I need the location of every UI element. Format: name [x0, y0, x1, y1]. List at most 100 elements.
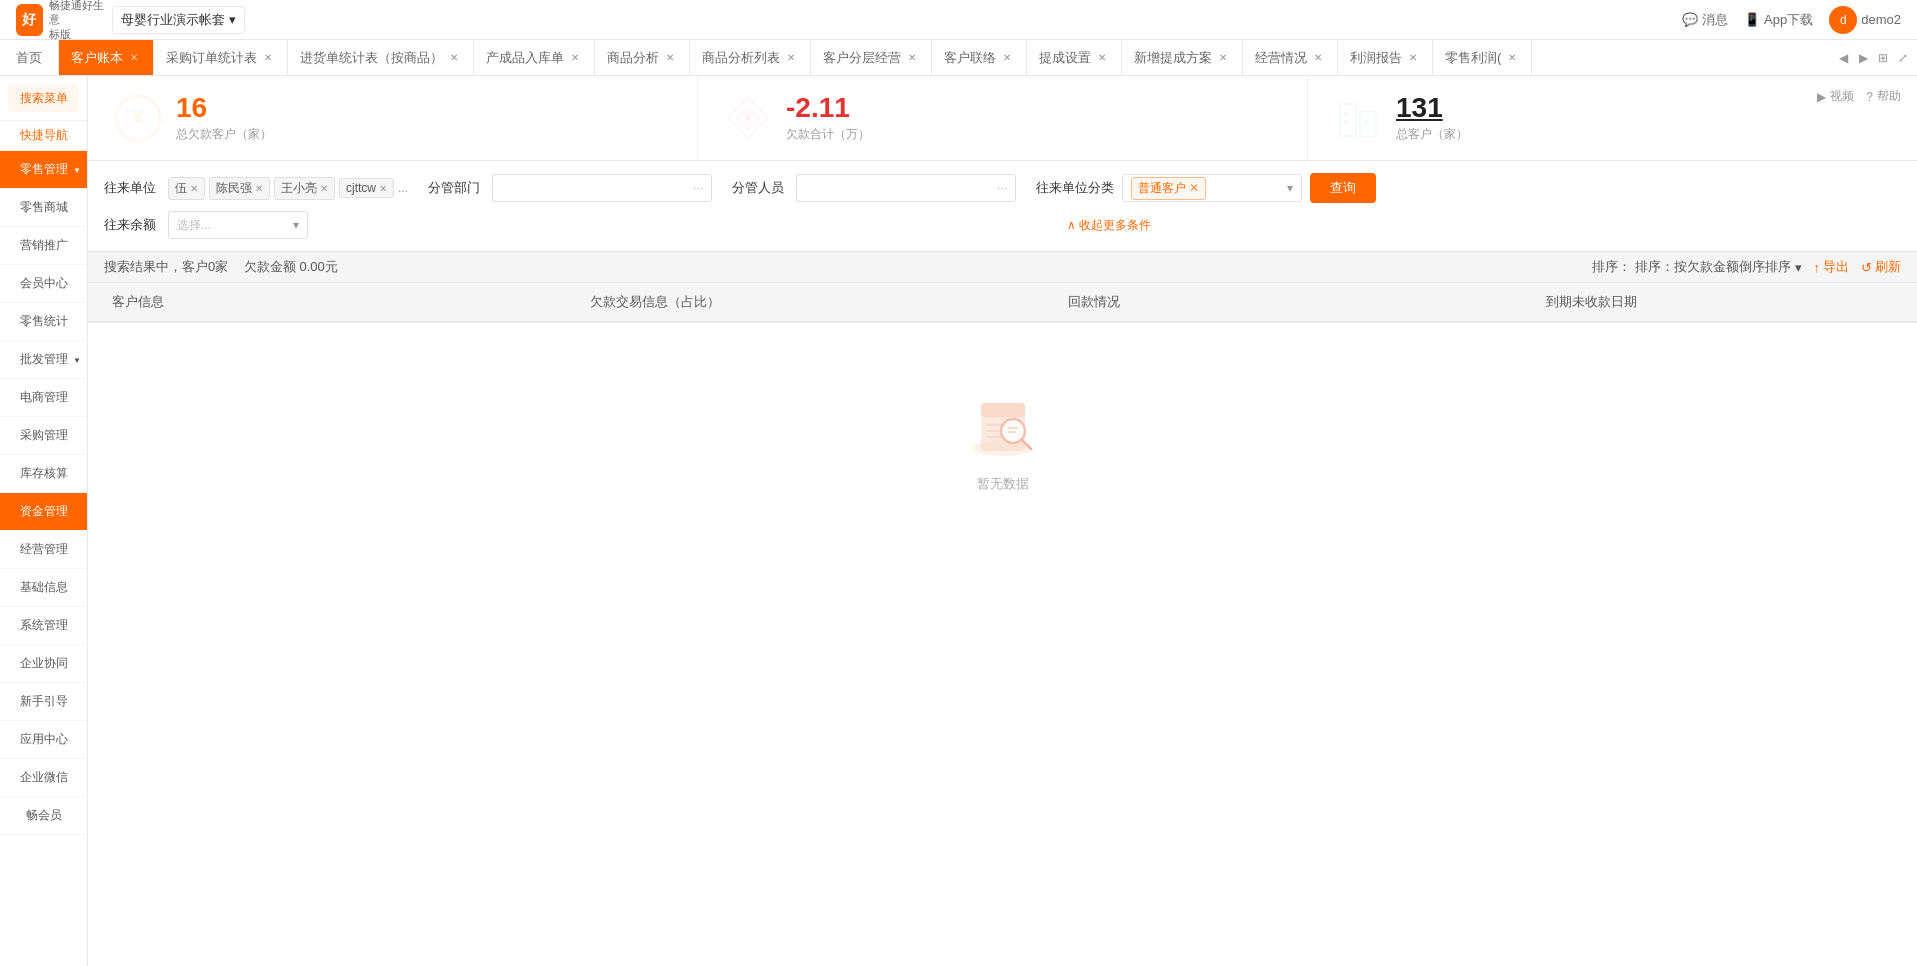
- total-customers-value: 131: [1396, 94, 1468, 122]
- nav-right-arrow[interactable]: ▶: [1853, 48, 1873, 68]
- category-chevron: ▾: [1287, 181, 1293, 195]
- sidebar-item-retail[interactable]: 零售管理: [0, 151, 87, 189]
- sidebar-item-operations[interactable]: 经营管理: [0, 531, 87, 569]
- sidebar-item-basic-info[interactable]: 基础信息: [0, 569, 87, 607]
- balance-label: 往来余额: [104, 216, 160, 234]
- close-tab-connect[interactable]: ✕: [1000, 51, 1014, 65]
- content-area: ¥ 16 总欠款客户（家） ✦: [88, 76, 1917, 966]
- close-tab-operations[interactable]: ✕: [1311, 51, 1325, 65]
- sidebar-item-new-guide[interactable]: 新手引导: [0, 683, 87, 721]
- tab-promotion-settings[interactable]: 提成设置 ✕: [1027, 40, 1122, 76]
- close-tab-new-promotion[interactable]: ✕: [1216, 51, 1230, 65]
- sidebar-item-enterprise[interactable]: 企业协同: [0, 645, 87, 683]
- nav-fullscreen-icon[interactable]: ⤢: [1893, 48, 1913, 68]
- sidebar-item-purchase[interactable]: 采购管理: [0, 417, 87, 455]
- sidebar-item-ecommerce[interactable]: 电商管理: [0, 379, 87, 417]
- refresh-button[interactable]: ↺ 刷新: [1861, 258, 1901, 276]
- help-icon: ?: [1866, 90, 1873, 104]
- sidebar-item-inventory[interactable]: 库存核算: [0, 455, 87, 493]
- user-avatar[interactable]: d demo2: [1829, 6, 1901, 34]
- tab-customer-account[interactable]: 客户账本 ✕: [59, 40, 154, 76]
- logo-area: 好 畅捷通好生意 标版: [16, 0, 104, 41]
- total-debt-label: 欠款合计（万）: [786, 126, 870, 143]
- query-button[interactable]: 查询: [1310, 173, 1376, 203]
- sidebar-item-member[interactable]: 会员中心: [0, 265, 87, 303]
- nav-left-arrow[interactable]: ◀: [1833, 48, 1853, 68]
- remove-tag-wang[interactable]: ✕: [320, 183, 328, 194]
- video-link[interactable]: ▶ 视频: [1817, 88, 1854, 105]
- app-download-button[interactable]: 📱 App下载: [1744, 11, 1813, 29]
- close-tab-purchase[interactable]: ✕: [261, 51, 275, 65]
- sidebar-item-vip[interactable]: 畅会员: [0, 797, 87, 835]
- video-icon: ▶: [1817, 90, 1826, 104]
- selected-category-tag[interactable]: 普通客户 ✕: [1131, 177, 1206, 200]
- sidebar-item-enterprise-wechat[interactable]: 企业微信: [0, 759, 87, 797]
- filter-tag-cjttcw[interactable]: cjttcw ✕: [339, 178, 394, 198]
- sidebar-item-wholesale[interactable]: 批发管理: [0, 341, 87, 379]
- refresh-icon: ↺: [1861, 260, 1872, 275]
- filter-tag-wu[interactable]: 伍 ✕: [168, 177, 205, 200]
- remove-tag-cjttcw[interactable]: ✕: [379, 183, 387, 194]
- app-icon: 📱: [1744, 12, 1760, 27]
- col-header-debt: 欠款交易信息（占比）: [582, 283, 1060, 321]
- close-tab-instock[interactable]: ✕: [568, 51, 582, 65]
- collapse-button[interactable]: ∧ 收起更多条件: [1059, 213, 1159, 238]
- tab-home[interactable]: 首页: [0, 40, 59, 76]
- logo-icon: 好: [16, 4, 43, 36]
- tab-profit-report[interactable]: 利润报告 ✕: [1338, 40, 1433, 76]
- sidebar-item-retail-mall[interactable]: 零售商城: [0, 189, 87, 227]
- sidebar-item-marketing[interactable]: 营销推广: [0, 227, 87, 265]
- remove-tag-wu[interactable]: ✕: [190, 183, 198, 194]
- org-name: 母婴行业演示帐套: [121, 11, 225, 29]
- sidebar-item-app-center[interactable]: 应用中心: [0, 721, 87, 759]
- nav-expand-icon[interactable]: ⊞: [1873, 48, 1893, 68]
- org-selector[interactable]: 母婴行业演示帐套 ▾: [112, 6, 245, 34]
- help-link[interactable]: ? 帮助: [1866, 88, 1901, 105]
- tab-purchase-order-stats[interactable]: 采购订单统计表 ✕: [154, 40, 288, 76]
- remove-tag-chen[interactable]: ✕: [255, 183, 263, 194]
- sort-chevron: ▾: [1795, 260, 1802, 275]
- close-tab-segment[interactable]: ✕: [905, 51, 919, 65]
- empty-icon: [953, 383, 1053, 463]
- filter-tag-chen[interactable]: 陈民强 ✕: [209, 177, 270, 200]
- sort-select[interactable]: 排序： 排序：按欠款金额倒序排序 ▾: [1592, 258, 1802, 276]
- tab-customer-segment[interactable]: 客户分层经营 ✕: [811, 40, 932, 76]
- stat-card-total-customers: 131 总客户（家） ▶ 视频 ? 帮助: [1308, 76, 1917, 160]
- dept-select[interactable]: ···: [492, 174, 712, 202]
- tab-product-instock[interactable]: 产成品入库单 ✕: [474, 40, 595, 76]
- tab-retail-profit[interactable]: 零售利润( ✕: [1433, 40, 1532, 76]
- more-tags-icon[interactable]: ...: [398, 181, 408, 195]
- close-tab-inbound[interactable]: ✕: [447, 51, 461, 65]
- tab-operations[interactable]: 经营情况 ✕: [1243, 40, 1338, 76]
- message-button[interactable]: 💬 消息: [1682, 11, 1728, 29]
- quick-nav-button[interactable]: 快捷导航: [0, 121, 87, 151]
- svg-text:¥: ¥: [131, 106, 144, 128]
- empty-text: 暂无数据: [977, 475, 1029, 493]
- close-tab-product-analysis[interactable]: ✕: [663, 51, 677, 65]
- sidebar-item-capital[interactable]: 资金管理: [0, 493, 87, 531]
- balance-select[interactable]: 选择... ▾: [168, 211, 308, 239]
- person-select[interactable]: ···: [796, 174, 1016, 202]
- stat-content-total-debtors: 16 总欠款客户（家）: [176, 94, 272, 143]
- export-button[interactable]: ↑ 导出: [1814, 258, 1850, 276]
- svg-rect-12: [981, 403, 1025, 417]
- remove-category[interactable]: ✕: [1189, 181, 1199, 195]
- export-icon: ↑: [1814, 260, 1821, 275]
- tab-purchase-stats-by-product[interactable]: 进货单统计表（按商品） ✕: [288, 40, 474, 76]
- close-tab-product-list[interactable]: ✕: [784, 51, 798, 65]
- tab-product-analysis-list[interactable]: 商品分析列表 ✕: [690, 40, 811, 76]
- sidebar-item-system[interactable]: 系统管理: [0, 607, 87, 645]
- close-tab-profit[interactable]: ✕: [1406, 51, 1420, 65]
- close-tab-customer-account[interactable]: ✕: [127, 51, 141, 65]
- tab-new-promotion[interactable]: 新增提成方案 ✕: [1122, 40, 1243, 76]
- category-select[interactable]: 普通客户 ✕ ▾: [1122, 174, 1302, 202]
- table-header: 客户信息 欠款交易信息（占比） 回款情况 到期未收款日期: [88, 283, 1917, 323]
- tab-customer-connect[interactable]: 客户联络 ✕: [932, 40, 1027, 76]
- sidebar-item-retail-stats[interactable]: 零售统计: [0, 303, 87, 341]
- close-tab-retail[interactable]: ✕: [1505, 51, 1519, 65]
- search-menu-button[interactable]: 搜索菜单: [8, 84, 79, 112]
- empty-state: 暂无数据: [88, 323, 1917, 553]
- filter-tag-wang[interactable]: 王小亮 ✕: [274, 177, 335, 200]
- tab-product-analysis[interactable]: 商品分析 ✕: [595, 40, 690, 76]
- close-tab-promotion[interactable]: ✕: [1095, 51, 1109, 65]
